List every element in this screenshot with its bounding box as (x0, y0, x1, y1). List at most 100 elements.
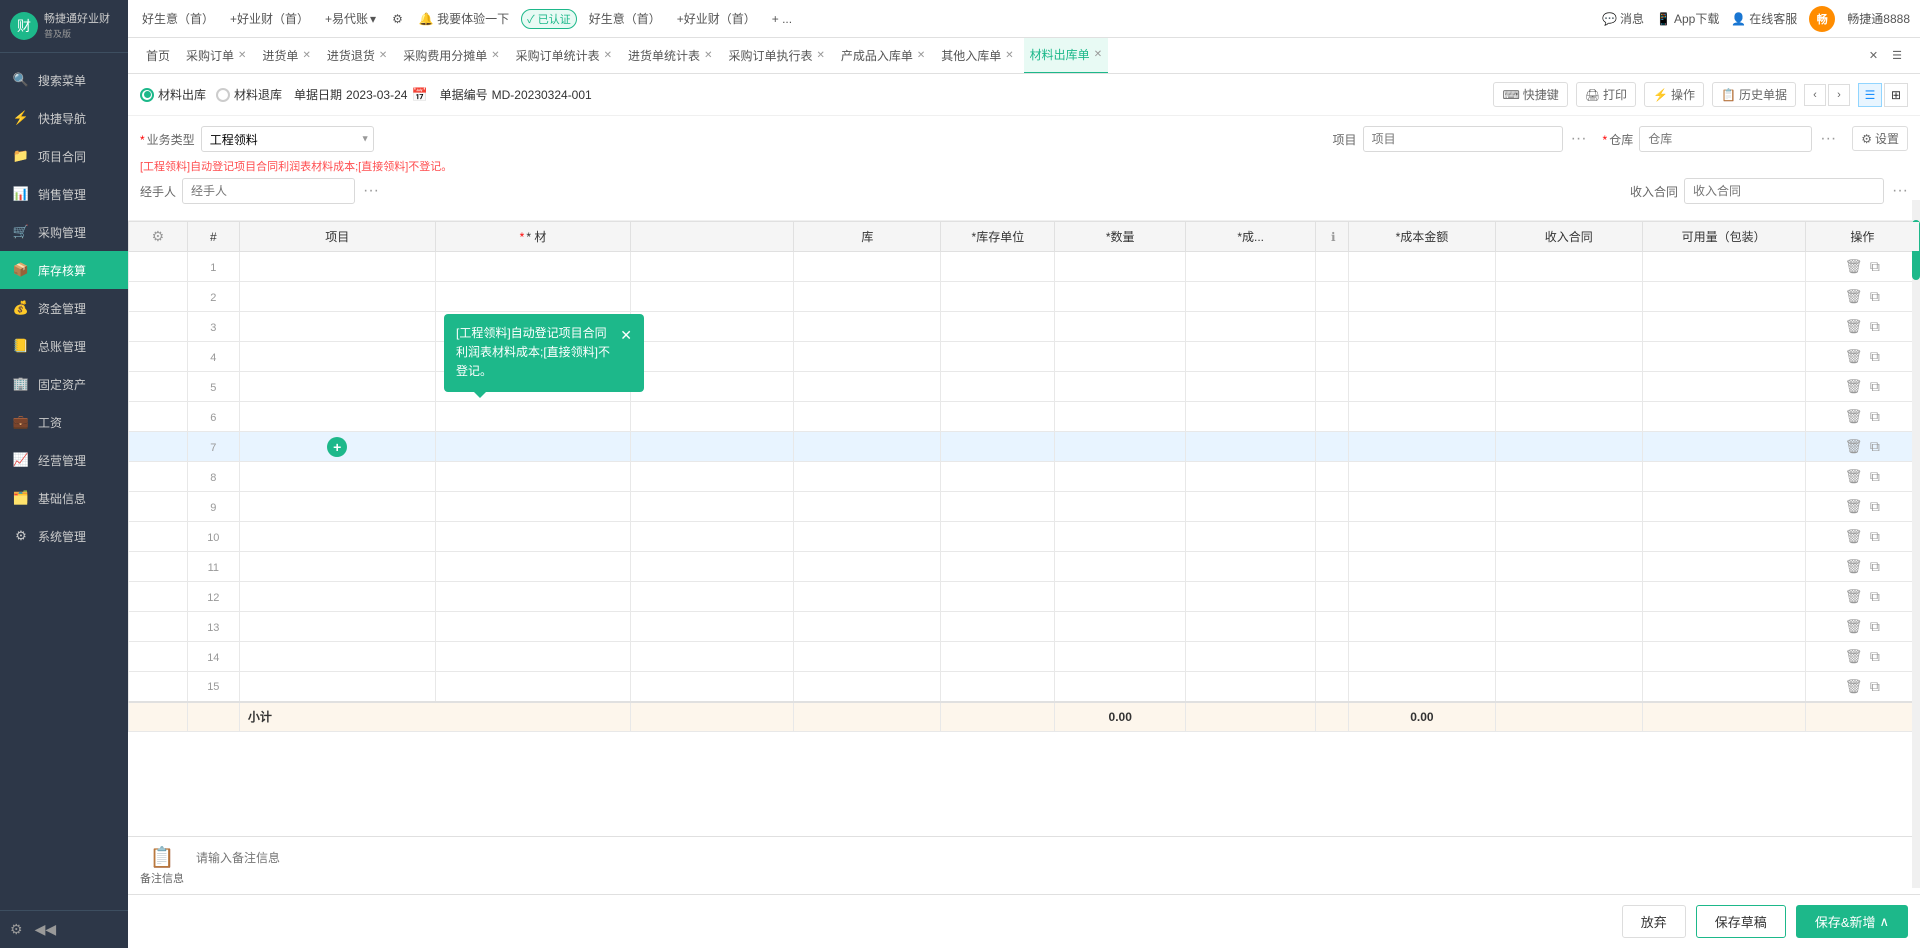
cell-warehouse-5[interactable] (794, 372, 941, 402)
cell-available-10[interactable] (1642, 522, 1805, 552)
cell-spec-12[interactable] (631, 582, 794, 612)
cell-income-7[interactable] (1495, 432, 1642, 462)
cell-material-7[interactable] (435, 432, 631, 462)
tab-incoming[interactable]: 进货单 ✕ (256, 38, 316, 74)
form-settings-btn[interactable]: ⚙ 设置 (1852, 126, 1908, 151)
delete-row-btn-7[interactable]: 🗑 (1845, 438, 1863, 454)
sidebar-item-operations[interactable]: 📈 经营管理 (0, 441, 128, 479)
cell-cost-9[interactable] (1185, 492, 1315, 522)
cell-cost-amt-6[interactable] (1349, 402, 1496, 432)
cell-spec-11[interactable] (631, 552, 794, 582)
cell-cost-amt-7[interactable] (1349, 432, 1496, 462)
cell-income-3[interactable] (1495, 312, 1642, 342)
cell-spec-5[interactable] (631, 372, 794, 402)
cell-available-3[interactable] (1642, 312, 1805, 342)
cell-material-8[interactable] (435, 462, 631, 492)
cell-unit-11[interactable] (941, 552, 1055, 582)
tab-close-all-btn[interactable]: ✕ (1863, 47, 1884, 64)
cell-available-11[interactable] (1642, 552, 1805, 582)
cell-project-13[interactable] (239, 612, 435, 642)
copy-row-btn-12[interactable]: ⧉ (1870, 588, 1880, 604)
cell-warehouse-10[interactable] (794, 522, 941, 552)
tab-purchase-expense[interactable]: 采购费用分摊单 ✕ (397, 38, 505, 74)
cell-income-15[interactable] (1495, 672, 1642, 702)
warehouse-dots-btn[interactable]: ··· (1820, 130, 1836, 148)
scrollbar-right[interactable] (1912, 200, 1920, 888)
online-service-btn[interactable]: 👤 在线客服 (1731, 10, 1797, 27)
cell-material-13[interactable] (435, 612, 631, 642)
copy-row-btn-8[interactable]: ⧉ (1870, 468, 1880, 484)
view-list-btn[interactable]: ☰ (1858, 83, 1882, 107)
delete-row-btn-5[interactable]: 🗑 (1845, 378, 1863, 394)
cell-unit-8[interactable] (941, 462, 1055, 492)
cell-cost-amt-12[interactable] (1349, 582, 1496, 612)
copy-row-btn-2[interactable]: ⧉ (1870, 288, 1880, 304)
cell-cost-12[interactable] (1185, 582, 1315, 612)
gnav-agent[interactable]: +易代账 ▾ (321, 10, 380, 27)
gnav-experience[interactable]: 🔔 我要体验一下 (415, 10, 513, 27)
view-grid-btn[interactable]: ⊞ (1884, 83, 1908, 107)
collapse-icon[interactable]: ◀◀ (35, 921, 57, 938)
cell-spec-14[interactable] (631, 642, 794, 672)
handler-dots-btn[interactable]: ··· (363, 182, 379, 200)
copy-row-btn-4[interactable]: ⧉ (1870, 348, 1880, 364)
table-container[interactable]: ⚙ # 项目 * 材 库 *库存单位 *数量 *成... ℹ *成本金额 收入合… (128, 221, 1920, 836)
tab-close-product-inbound[interactable]: ✕ (917, 50, 925, 61)
cell-unit-3[interactable] (941, 312, 1055, 342)
cell-spec-10[interactable] (631, 522, 794, 552)
tab-product-inbound[interactable]: 产成品入库单 ✕ (835, 38, 931, 74)
tab-close-incoming-stats[interactable]: ✕ (704, 50, 712, 61)
settings-bottom-icon[interactable]: ⚙ (10, 921, 23, 938)
cell-qty-8[interactable] (1055, 462, 1185, 492)
delete-row-btn-9[interactable]: 🗑 (1845, 498, 1863, 514)
cell-unit-15[interactable] (941, 672, 1055, 702)
cell-cost-amt-1[interactable] (1349, 252, 1496, 282)
cell-project-15[interactable] (239, 672, 435, 702)
cell-warehouse-15[interactable] (794, 672, 941, 702)
cell-qty-4[interactable] (1055, 342, 1185, 372)
cell-cost-14[interactable] (1185, 642, 1315, 672)
cell-project-1[interactable] (239, 252, 435, 282)
tab-close-material-outbound[interactable]: ✕ (1094, 49, 1102, 60)
cell-cost-amt-3[interactable] (1349, 312, 1496, 342)
cell-cost-5[interactable] (1185, 372, 1315, 402)
cell-cost-amt-11[interactable] (1349, 552, 1496, 582)
tab-close-purchase-stats[interactable]: ✕ (604, 50, 612, 61)
cell-income-12[interactable] (1495, 582, 1642, 612)
cell-cost-13[interactable] (1185, 612, 1315, 642)
cell-cost-7[interactable] (1185, 432, 1315, 462)
cell-unit-6[interactable] (941, 402, 1055, 432)
gnav-good-finance[interactable]: +好业财（首） (226, 10, 313, 27)
tab-incoming-stats[interactable]: 进货单统计表 ✕ (622, 38, 718, 74)
sidebar-item-shortcut[interactable]: ⚡ 快捷导航 (0, 99, 128, 137)
save-draft-btn[interactable]: 保存草稿 (1696, 905, 1786, 938)
cell-material-9[interactable] (435, 492, 631, 522)
tab-close-other-inbound[interactable]: ✕ (1005, 50, 1013, 61)
cell-qty-13[interactable] (1055, 612, 1185, 642)
cell-cost-1[interactable] (1185, 252, 1315, 282)
cell-warehouse-8[interactable] (794, 462, 941, 492)
cell-material-12[interactable] (435, 582, 631, 612)
cell-warehouse-7[interactable] (794, 432, 941, 462)
calendar-icon[interactable]: 📅 (411, 87, 427, 103)
cell-income-6[interactable] (1495, 402, 1642, 432)
cell-qty-5[interactable] (1055, 372, 1185, 402)
copy-row-btn-10[interactable]: ⧉ (1870, 528, 1880, 544)
cell-material-10[interactable] (435, 522, 631, 552)
project-input[interactable] (1363, 126, 1563, 152)
save-new-btn[interactable]: 保存&新增 ∧ (1796, 905, 1908, 938)
app-download-btn[interactable]: 📱 App下载 (1656, 10, 1719, 27)
cell-qty-6[interactable] (1055, 402, 1185, 432)
sidebar-item-purchase[interactable]: 🛒 采购管理 (0, 213, 128, 251)
cell-unit-7[interactable] (941, 432, 1055, 462)
cell-cost-11[interactable] (1185, 552, 1315, 582)
cell-spec-6[interactable] (631, 402, 794, 432)
cell-project-3[interactable] (239, 312, 435, 342)
radio-material-out[interactable]: 材料出库 (140, 86, 206, 103)
cell-cost-15[interactable] (1185, 672, 1315, 702)
cell-available-4[interactable] (1642, 342, 1805, 372)
cell-material-11[interactable] (435, 552, 631, 582)
copy-row-btn-5[interactable]: ⧉ (1870, 378, 1880, 394)
username[interactable]: 畅捷通8888 (1847, 10, 1910, 27)
cell-income-9[interactable] (1495, 492, 1642, 522)
